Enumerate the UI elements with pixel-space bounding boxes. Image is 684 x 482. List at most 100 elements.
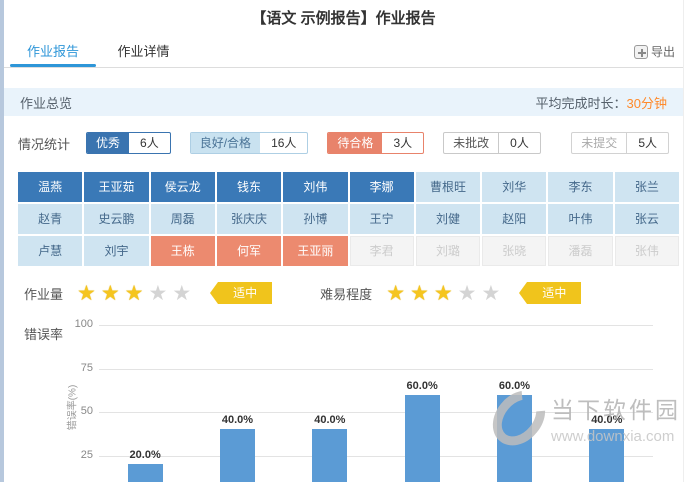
stat-badge-count: 0人 (510, 136, 529, 150)
stat-badge-count: 6人 (140, 136, 159, 150)
student-cell[interactable]: 王亚茹 (84, 172, 149, 202)
stat-badge-ungraded: 未批改 0人 (443, 132, 541, 154)
student-cell[interactable]: 何军 (216, 236, 282, 266)
error-rate-bar (219, 429, 255, 482)
star-icon: ★ (481, 281, 506, 305)
error-rate-bar (312, 429, 348, 482)
chart-plot-area: 100 75 50 25 20.0% 40.0% 40.0% 60.0% 60.0% 40.0% (75, 318, 653, 482)
window-left-border (0, 0, 4, 482)
stat-badge-pending: 待合格 3人 (327, 132, 425, 154)
bar-group: 20.0% (127, 325, 163, 482)
student-cell[interactable]: 卢慧 (18, 236, 83, 266)
student-cell[interactable]: 王栋 (150, 236, 215, 266)
export-label: 导出 (650, 45, 675, 59)
student-cell[interactable]: 史云鹏 (84, 204, 149, 234)
student-cell[interactable]: 刘璐 (415, 236, 481, 266)
student-cell[interactable]: 王宁 (349, 204, 414, 234)
student-cell[interactable]: 赵青 (18, 204, 83, 234)
tab-homework-detail[interactable]: 作业详情 (100, 38, 186, 65)
star-icon: ★ (457, 281, 482, 305)
student-cell[interactable]: 刘伟 (283, 172, 348, 202)
student-cell[interactable]: 张庆庆 (216, 204, 282, 234)
bar-value-label: 20.0% (129, 449, 161, 462)
bar-group: 40.0% (219, 325, 255, 482)
chart-title: 错误率 (24, 327, 64, 342)
stat-badge-count: 16人 (271, 136, 297, 150)
y-axis-tick: 100 (74, 318, 93, 330)
bar-group: 40.0% (589, 325, 625, 482)
y-axis-tick: 25 (80, 448, 93, 461)
y-axis-tick: 50 (80, 405, 93, 417)
student-cell[interactable]: 李君 (349, 236, 414, 266)
avg-time-label: 平均完成时长： (535, 95, 627, 111)
avg-completion-time: 平均完成时长：30分钟 (536, 93, 667, 112)
student-cell[interactable]: 潘磊 (548, 236, 613, 266)
star-icon: ★ (433, 281, 458, 305)
student-cell[interactable]: 刘宇 (84, 236, 149, 266)
star-icon: ★ (410, 281, 434, 305)
stat-badge-name: 优秀 (87, 133, 130, 153)
stat-badge-name: 未批改 (444, 133, 500, 153)
stat-badge-excellent: 优秀 6人 (86, 132, 171, 154)
avg-time-value: 30分钟 (626, 95, 667, 111)
overview-title: 作业总览 (20, 95, 73, 111)
bar-value-label: 40.0% (221, 414, 254, 427)
tab-homework-report[interactable]: 作业报告 (10, 38, 97, 67)
export-icon (633, 44, 648, 59)
bar-value-label: 40.0% (591, 414, 623, 427)
stat-badge-name: 未提交 (572, 133, 628, 153)
stat-badge-count: 5人 (638, 136, 657, 150)
student-cell[interactable]: 曹根旺 (415, 172, 481, 202)
student-cell[interactable]: 王亚丽 (283, 236, 348, 266)
rating-group-workload: 作业量 ★★★★★ 适中 (24, 282, 273, 304)
student-cell[interactable]: 刘健 (415, 204, 481, 234)
error-rate-bar (127, 464, 163, 482)
status-badges: 优秀 6人 良好/合格 16人 待合格 3人 未批改 0人 未提交 5人 (86, 132, 669, 154)
student-cell[interactable]: 周磊 (150, 204, 215, 234)
student-cell[interactable]: 孙博 (283, 204, 348, 234)
error-rate-bar (496, 394, 532, 482)
page-title: 【语文 示例报告】作业报告 (251, 9, 436, 27)
student-cell[interactable]: 李东 (548, 172, 613, 202)
star-rating: ★★★★★ (386, 283, 505, 304)
stat-badge-name: 良好/合格 (190, 133, 261, 153)
bar-group: 40.0% (312, 325, 348, 482)
rating-group-difficulty: 难易程度 ★★★★★ 适中 (320, 282, 582, 304)
student-cell[interactable]: 张晓 (482, 236, 547, 266)
bar-value-label: 60.0% (406, 379, 438, 392)
homework-report-window: 【语文 示例报告】作业报告 作业报告 作业详情 导出 作业总览 平均完成时长：3… (4, 0, 684, 482)
student-cell[interactable]: 叶伟 (548, 204, 613, 234)
stats-label: 情况统计 (18, 136, 71, 152)
student-cell[interactable]: 侯云龙 (150, 172, 215, 202)
tab-bar: 作业报告 作业详情 导出 (4, 38, 683, 68)
student-cell[interactable]: 张伟 (614, 236, 679, 266)
bar-group: 60.0% (404, 325, 440, 482)
rating-badge: 适中 (210, 282, 273, 304)
student-cell[interactable]: 张兰 (614, 172, 679, 202)
star-rating: ★★★★★ (77, 283, 196, 304)
student-cell[interactable]: 李娜 (349, 172, 414, 202)
overview-section-header: 作业总览 平均完成时长：30分钟 (4, 88, 683, 116)
error-rate-chart: 错误率 错误率(%) 100 75 50 25 20.0% 40.0% 40.0% 60.0%… (4, 316, 683, 482)
star-icon: ★ (100, 281, 125, 305)
ratings-row: 作业量 ★★★★★ 适中 难易程度 ★★★★★ 适中 (24, 278, 683, 308)
stat-badge-count: 3人 (393, 136, 413, 150)
student-cell[interactable]: 钱东 (216, 172, 282, 202)
error-rate-bar (589, 429, 625, 482)
student-cell[interactable]: 刘华 (482, 172, 547, 202)
star-icon: ★ (172, 281, 197, 305)
student-cell[interactable]: 温燕 (18, 172, 83, 202)
y-axis-tick: 75 (80, 361, 93, 374)
student-cell[interactable]: 张云 (614, 204, 679, 234)
bar-group: 60.0% (496, 325, 532, 482)
export-button[interactable]: 导出 (633, 43, 675, 60)
rating-badge: 适中 (519, 282, 582, 304)
rating-label: 作业量 (24, 286, 64, 302)
stat-badge-name: 待合格 (328, 133, 383, 153)
student-cell[interactable]: 赵阳 (482, 204, 547, 234)
chart-bars: 20.0% 40.0% 40.0% 60.0% 60.0% 40.0% (99, 325, 653, 482)
rating-label: 难易程度 (320, 286, 373, 302)
stat-badge-missing: 未提交 5人 (571, 132, 669, 154)
status-statistics-row: 情况统计 优秀 6人 良好/合格 16人 待合格 3人 未批改 0人 未提交 5人 (18, 132, 669, 154)
bar-value-label: 40.0% (314, 414, 346, 427)
